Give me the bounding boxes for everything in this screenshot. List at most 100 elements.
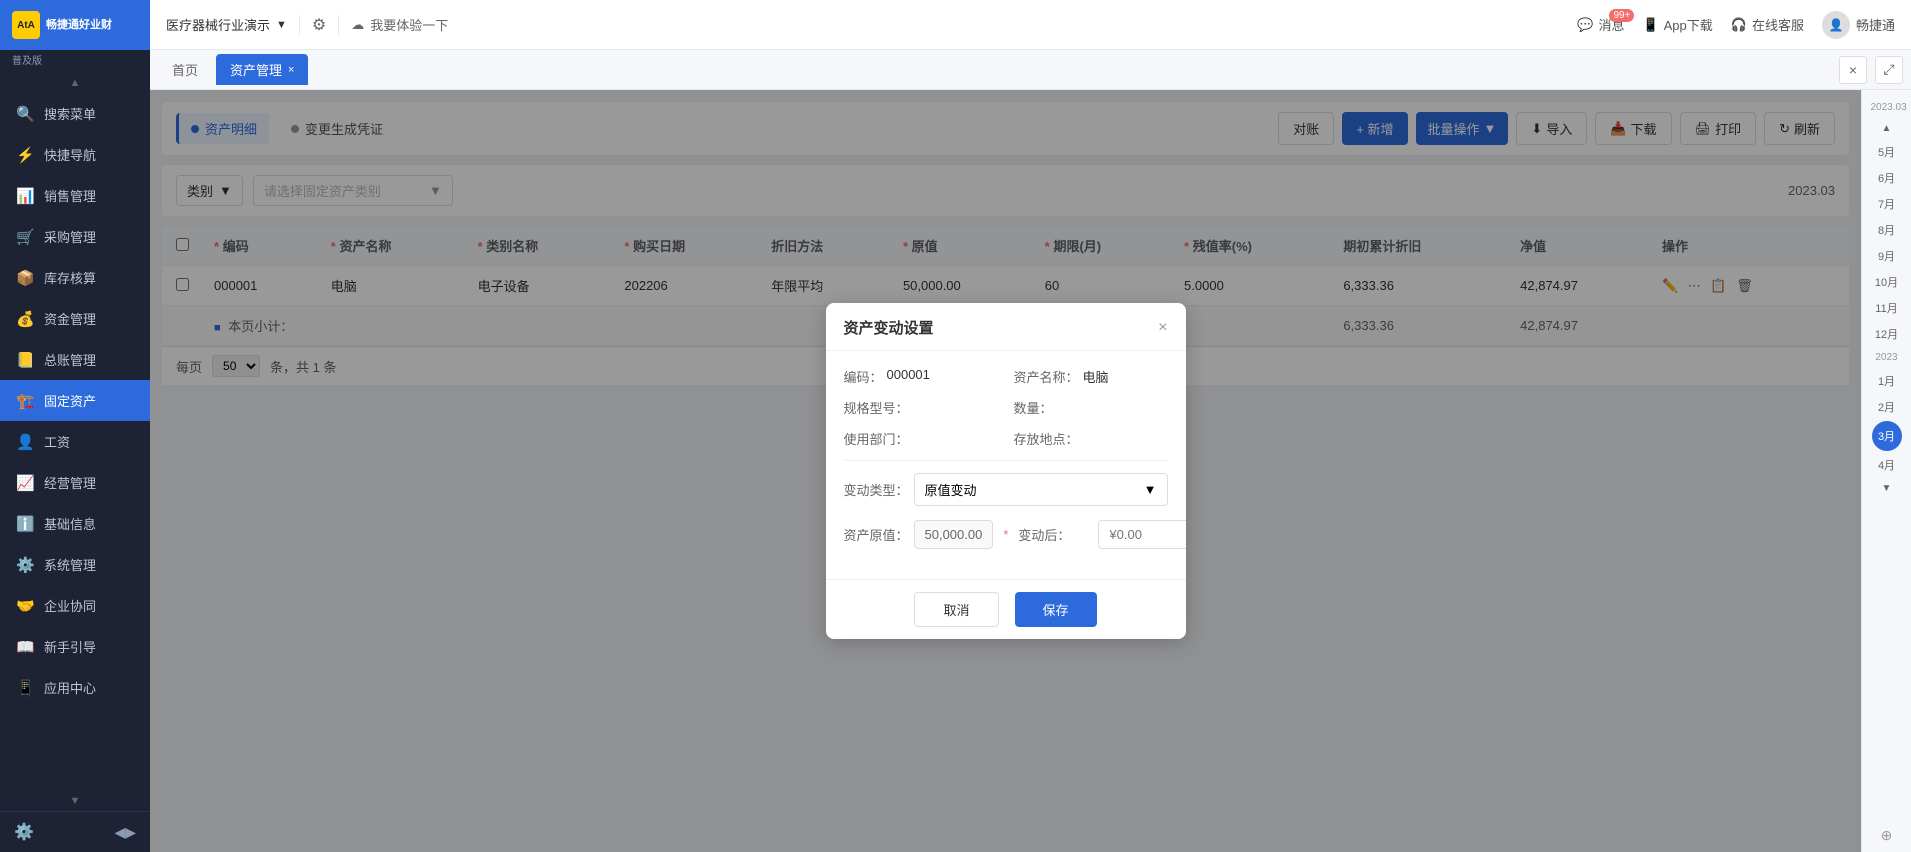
save-button[interactable]: 保存 [1015,592,1097,627]
chevron-down-icon: ▼ [1144,482,1157,497]
home-tab-label: 首页 [172,60,198,79]
logo-text: 畅捷通好业财 [46,18,112,32]
change-type-select[interactable]: 原值变动 ▼ [914,473,1168,506]
cancel-button[interactable]: 取消 [914,592,998,627]
search-icon: 🔍 [16,105,34,123]
sidebar-item-inventory[interactable]: 📦 库存核算 [0,257,150,298]
sidebar-item-guide[interactable]: 📖 新手引导 [0,626,150,667]
sidebar-item-finance[interactable]: 💰 资金管理 [0,298,150,339]
sidebar-item-fixed-assets[interactable]: 🏗️ 固定资产 [0,380,150,421]
sidebar-item-label: 基础信息 [44,514,96,533]
settings-icon[interactable]: ⚙️ [14,822,34,842]
sidebar-item-search[interactable]: 🔍 搜索菜单 [0,93,150,134]
tab-home[interactable]: 首页 [158,54,212,85]
dialog-body: 编码： 000001 资产名称： 电脑 规格型号： [826,351,1186,579]
asset-mgmt-label: 资产管理 [230,60,282,79]
sidebar-item-sales[interactable]: 📊 销售管理 [0,175,150,216]
cal-month-1[interactable]: 1月 [1869,369,1905,393]
cal-month-10[interactable]: 10月 [1869,270,1905,294]
sidebar-item-label: 固定资产 [44,391,96,410]
cal-year-header: 2023.03 [1869,98,1905,117]
user-button[interactable]: 👤 畅捷通 [1822,11,1895,39]
tab-close-icon[interactable]: × [288,64,294,76]
download-icon: 📱 [1642,17,1658,33]
sidebar-item-purchase[interactable]: 🛒 采购管理 [0,216,150,257]
quick-nav-icon: ⚡ [16,146,34,164]
cal-month-9[interactable]: 9月 [1869,244,1905,268]
collapse-icon[interactable]: ◀▶ [114,824,136,841]
fixed-assets-icon: 🏗️ [16,392,34,410]
sidebar-item-label: 资金管理 [44,309,96,328]
sidebar: AtA 畅捷通好业财 普及版 ▲ 🔍 搜索菜单 ⚡ 快捷导航 📊 销售管理 🛒 … [0,0,150,852]
settings-button[interactable]: ⚙ [312,15,326,35]
topbar-divider [299,15,300,35]
sidebar-nav: 🔍 搜索菜单 ⚡ 快捷导航 📊 销售管理 🛒 采购管理 📦 库存核算 💰 资金管… [0,93,150,791]
sidebar-item-enterprise[interactable]: 🤝 企业协同 [0,585,150,626]
system-icon: ⚙️ [16,556,34,574]
tab-asset-mgmt[interactable]: 资产管理 × [216,54,308,85]
right-calendar-panel: 2023.03 ▲ 5月 6月 7月 8月 9月 10月 11月 12月 202… [1861,90,1911,852]
inventory-icon: 📦 [16,269,34,287]
sidebar-item-management[interactable]: 📈 经营管理 [0,462,150,503]
app-center-icon: 📱 [16,679,34,697]
cal-month-5[interactable]: 5月 [1869,140,1905,164]
avatar: 👤 [1822,11,1850,39]
tab-close-window[interactable]: × [1839,56,1867,84]
online-service-button[interactable]: 🎧 在线客服 [1731,15,1804,34]
message-button[interactable]: 💬 消息 99+ [1577,15,1624,34]
sidebar-item-system[interactable]: ⚙️ 系统管理 [0,544,150,585]
right-panel-toggle[interactable]: ⊕ [1881,827,1893,844]
dialog-row-2: 规格型号： 数量： [844,398,1168,417]
required-indicator: * [1003,527,1008,542]
cal-year-2023: 2023 [1869,348,1905,367]
sidebar-scroll-down[interactable]: ▼ [70,795,81,807]
message-icon: 💬 [1577,17,1593,33]
dialog-close-button[interactable]: × [1158,319,1167,337]
dialog-separator [844,460,1168,461]
cal-month-12[interactable]: 12月 [1869,322,1905,346]
sidebar-edition: 普及版 [0,50,150,73]
cal-month-7[interactable]: 7月 [1869,192,1905,216]
dialog-value-row: 资产原值： 50,000.00 * 变动后： [844,520,1168,549]
guide-icon: 📖 [16,638,34,656]
message-badge: 99+ [1609,9,1634,22]
finance-icon: 💰 [16,310,34,328]
sidebar-item-label: 应用中心 [44,678,96,697]
sidebar-item-ledger[interactable]: 📒 总账管理 [0,339,150,380]
dialog-row-1: 编码： 000001 资产名称： 电脑 [844,367,1168,386]
tabbar: 首页 资产管理 × × ⤢ [150,50,1911,90]
purchase-icon: 🛒 [16,228,34,246]
company-selector[interactable]: 医疗器械行业演示 ▼ [166,15,287,34]
sidebar-item-quick-nav[interactable]: ⚡ 快捷导航 [0,134,150,175]
dialog-location-field: 存放地点： [1014,429,1168,448]
sidebar-scroll-up[interactable]: ▲ [70,77,81,89]
original-value-display: 50,000.00 [914,520,994,549]
cal-month-8[interactable]: 8月 [1869,218,1905,242]
app-download-button[interactable]: 📱 App下载 [1642,15,1712,34]
topbar-right: 💬 消息 99+ 📱 App下载 🎧 在线客服 👤 畅捷通 [1577,11,1895,39]
sidebar-item-label: 销售管理 [44,186,96,205]
cal-scroll-up[interactable]: ▲ [1869,119,1905,138]
cal-month-3-active[interactable]: 3月 [1872,421,1902,451]
topbar-divider2 [338,15,339,35]
sidebar-item-payroll[interactable]: 👤 工资 [0,421,150,462]
cal-month-6[interactable]: 6月 [1869,166,1905,190]
cal-scroll-down[interactable]: ▼ [1869,479,1905,498]
dialog-spec-field: 规格型号： [844,398,998,417]
after-change-input[interactable] [1098,520,1185,549]
cal-month-11[interactable]: 11月 [1869,296,1905,320]
sidebar-logo: AtA 畅捷通好业财 [0,0,150,50]
cal-month-2[interactable]: 2月 [1869,395,1905,419]
ledger-icon: 📒 [16,351,34,369]
sidebar-item-label: 企业协同 [44,596,96,615]
experience-button[interactable]: ☁ 我要体验一下 [351,15,448,34]
modal-overlay: 资产变动设置 × 编码： 000001 资产名称： 电脑 [150,90,1861,852]
content-area: 资产明细 变更生成凭证 对账 + 新增 批量操作 ▼ ⬇ 导入 [150,90,1911,852]
sidebar-item-app-center[interactable]: 📱 应用中心 [0,667,150,708]
asset-change-dialog: 资产变动设置 × 编码： 000001 资产名称： 电脑 [826,303,1186,639]
sidebar-item-basic-info[interactable]: ℹ️ 基础信息 [0,503,150,544]
company-name: 医疗器械行业演示 [166,15,270,34]
sidebar-item-label: 采购管理 [44,227,96,246]
tab-maximize[interactable]: ⤢ [1875,56,1903,84]
cal-month-4[interactable]: 4月 [1869,453,1905,477]
